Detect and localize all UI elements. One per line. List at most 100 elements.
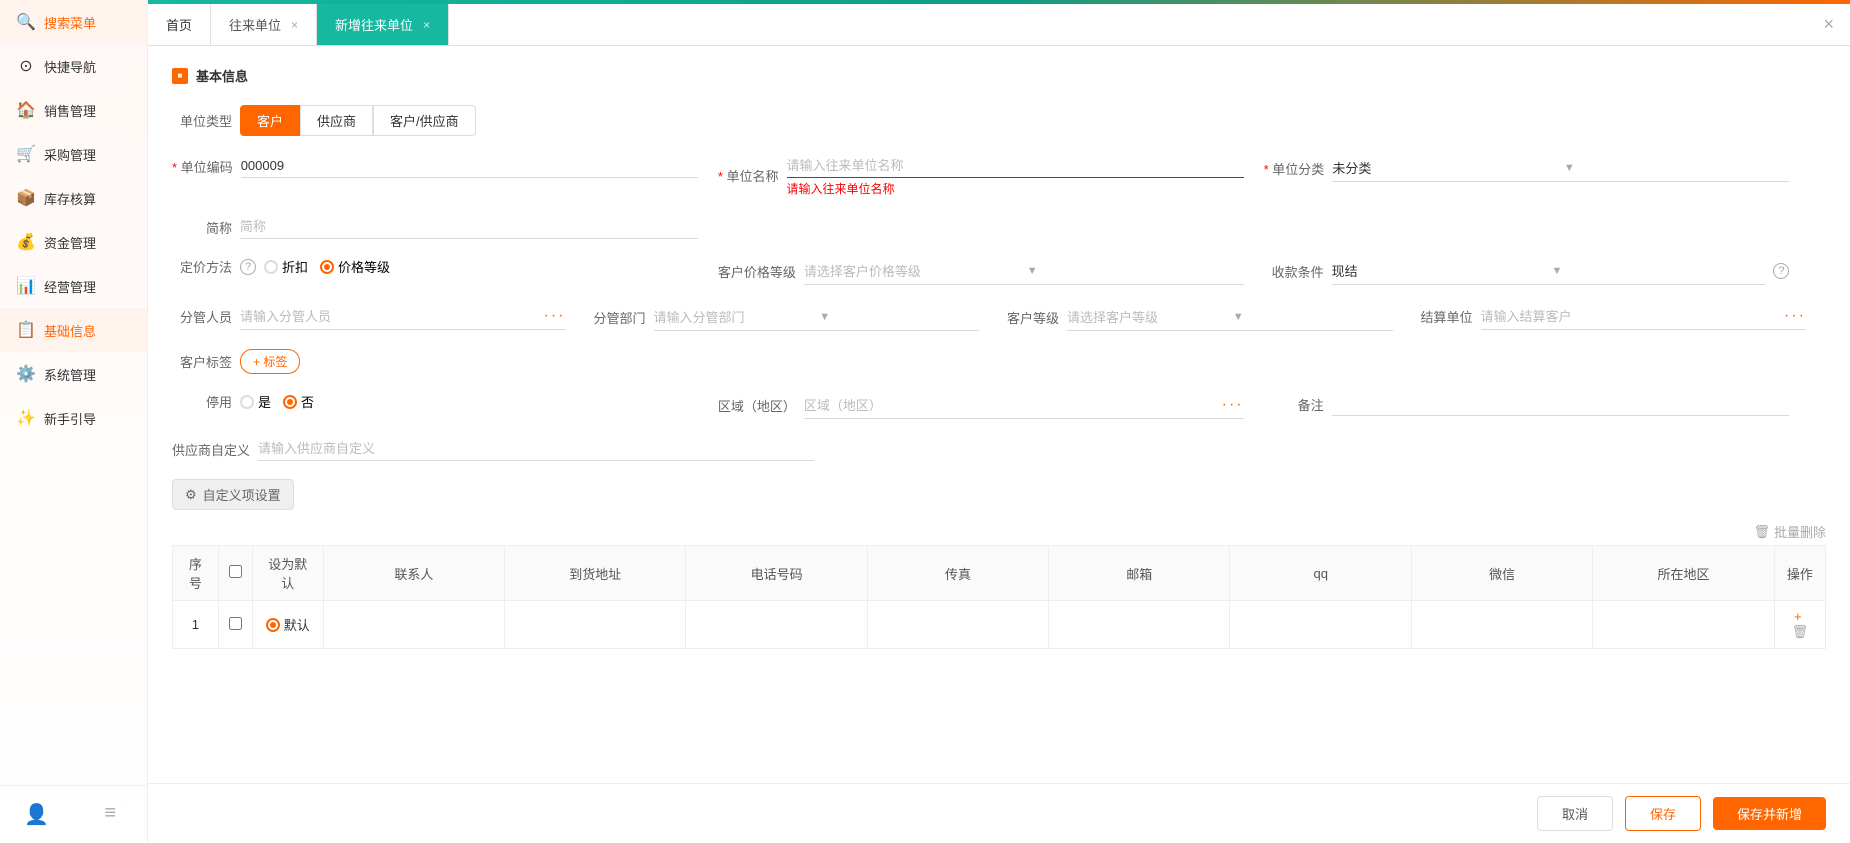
contact-input[interactable] [334, 617, 494, 632]
customer-tag-row: 客户标签 + 标签 [172, 349, 1826, 374]
short-name-row: 简称 [172, 215, 1826, 239]
tab-bar: 首页 往来单位 × 新增往来单位 × × [148, 4, 1850, 46]
btn-customer[interactable]: 客户 [240, 105, 300, 136]
save-button[interactable]: 保存 [1625, 796, 1701, 831]
tab-partners-close[interactable]: × [291, 18, 298, 32]
cancel-button[interactable]: 取消 [1537, 796, 1613, 831]
cell-fax[interactable] [867, 601, 1048, 649]
btn-both[interactable]: 客户/供应商 [373, 105, 476, 136]
sidebar-item-system[interactable]: ⚙️ 系统管理 [0, 352, 147, 396]
settlement-unit-input[interactable] [1481, 309, 1781, 324]
sidebar-item-operations[interactable]: 📊 经营管理 [0, 264, 147, 308]
radio-discount-circle [264, 260, 278, 274]
short-name-input[interactable] [240, 215, 698, 239]
manager-more-icon[interactable]: ··· [544, 307, 566, 325]
supplier-custom-field: 供应商自定义 [172, 437, 834, 461]
batch-delete-icon: 🗑 [1753, 524, 1770, 540]
qq-input[interactable] [1240, 617, 1400, 632]
add-row-icon[interactable]: + [1794, 609, 1802, 624]
manager-input[interactable] [240, 309, 540, 324]
unit-category-select[interactable]: 未分类 ▼ [1332, 154, 1789, 182]
cell-region[interactable] [1593, 601, 1774, 649]
custom-settings-row: ⚙ 自定义项设置 [172, 479, 1826, 522]
cell-email[interactable] [1049, 601, 1230, 649]
tab-new-partner[interactable]: 新增往来单位 × [317, 4, 449, 45]
region-label: 区域（地区） [718, 396, 796, 415]
manager-input-wrap: ··· [240, 303, 566, 330]
supplier-custom-input[interactable] [258, 437, 814, 461]
cell-wechat[interactable] [1411, 601, 1592, 649]
customer-level-select[interactable]: 请选择客户等级 ▼ [1067, 303, 1393, 331]
sidebar-item-purchase[interactable]: 🛒 采购管理 [0, 132, 147, 176]
unit-code-input[interactable] [241, 154, 698, 178]
row-default-radio[interactable]: 默认 [263, 615, 313, 634]
menu-button[interactable]: ≡ [74, 794, 148, 835]
disabled-field: 停用 是 否 [172, 392, 718, 411]
cell-address[interactable] [505, 601, 686, 649]
tab-home[interactable]: 首页 [148, 4, 211, 45]
contact-table: 序号 设为默认 联系人 到货地址 电话号码 传真 邮箱 qq 微信 所在地区 操… [172, 545, 1826, 649]
pricing-help-icon[interactable]: ? [240, 259, 256, 275]
wechat-input[interactable] [1422, 617, 1582, 632]
add-tag-button[interactable]: + 标签 [240, 349, 300, 374]
radio-price-level[interactable]: 价格等级 [320, 257, 390, 276]
cell-qq[interactable] [1230, 601, 1411, 649]
save-new-button[interactable]: 保存并新增 [1713, 797, 1826, 830]
chevron-down-icon-2: ▼ [1027, 265, 1244, 277]
region-input[interactable] [804, 398, 1218, 413]
sidebar-item-finance[interactable]: 💰 资金管理 [0, 220, 147, 264]
cell-default: 默认 [252, 601, 323, 649]
radio-yes-circle [240, 395, 254, 409]
settlement-unit-wrap: ··· [1481, 303, 1807, 330]
department-field: 分管部门 请输入分管部门 ▼ [586, 303, 1000, 331]
disabled-row: 停用 是 否 区域（地区） [172, 392, 1826, 419]
sidebar-item-inventory[interactable]: 📦 库存核算 [0, 176, 147, 220]
batch-delete-label[interactable]: 批量删除 [1774, 522, 1826, 541]
department-select[interactable]: 请输入分管部门 ▼ [654, 303, 980, 331]
sidebar-item-guide[interactable]: ✨ 新手引导 [0, 396, 147, 440]
remark-input[interactable] [1332, 392, 1790, 416]
tab-partners[interactable]: 往来单位 × [211, 4, 317, 45]
section-title: 基本信息 [172, 66, 1826, 85]
delete-row-icon[interactable]: 🗑 [1792, 624, 1809, 639]
custom-settings-button[interactable]: ⚙ 自定义项设置 [172, 479, 294, 510]
sidebar-item-sales[interactable]: 🏠 销售管理 [0, 88, 147, 132]
region-wrap: ··· [804, 392, 1244, 419]
disabled-label: 停用 [172, 392, 232, 411]
unit-code-label: 单位编码 [172, 157, 233, 176]
email-input[interactable] [1059, 617, 1219, 632]
radio-no[interactable]: 否 [283, 392, 314, 411]
select-all-checkbox[interactable] [229, 565, 242, 578]
radio-discount[interactable]: 折扣 [264, 257, 308, 276]
payment-terms-select[interactable]: 现结 ▼ [1332, 257, 1766, 285]
fax-input[interactable] [878, 617, 1038, 632]
tab-bar-close[interactable]: × [1807, 14, 1850, 35]
radio-yes[interactable]: 是 [240, 392, 271, 411]
region-more-icon[interactable]: ··· [1222, 396, 1244, 414]
sidebar-item-quicknav[interactable]: ⊙ 快捷导航 [0, 44, 147, 88]
settlement-more-icon[interactable]: ··· [1784, 307, 1806, 325]
chevron-down-icon: ▼ [1564, 162, 1790, 174]
unit-name-input[interactable] [787, 154, 1244, 178]
address-input[interactable] [515, 617, 675, 632]
phone-input[interactable] [696, 617, 856, 632]
remark-label: 备注 [1264, 395, 1324, 414]
row-checkbox[interactable] [229, 617, 242, 630]
table-row: 1 默认 [173, 601, 1826, 649]
th-fax: 传真 [867, 546, 1048, 601]
sidebar-item-basic[interactable]: 📋 基础信息 [0, 308, 147, 352]
customer-price-level-select[interactable]: 请选择客户价格等级 ▼ [804, 257, 1244, 285]
table-region-input[interactable] [1603, 617, 1763, 632]
cell-contact[interactable] [323, 601, 504, 649]
table-body: 1 默认 [173, 601, 1826, 649]
tab-new-partner-close[interactable]: × [423, 18, 430, 32]
sidebar-item-label: 销售管理 [44, 101, 96, 120]
cell-phone[interactable] [686, 601, 867, 649]
payment-help-icon[interactable]: ? [1773, 263, 1789, 279]
money-icon: 💰 [16, 232, 36, 252]
btn-supplier[interactable]: 供应商 [300, 105, 373, 136]
sidebar-item-search[interactable]: 🔍 搜索菜单 [0, 0, 147, 44]
supplier-custom-row: 供应商自定义 [172, 437, 1826, 461]
cell-seq: 1 [173, 601, 219, 649]
user-button[interactable]: 👤 [0, 794, 74, 835]
